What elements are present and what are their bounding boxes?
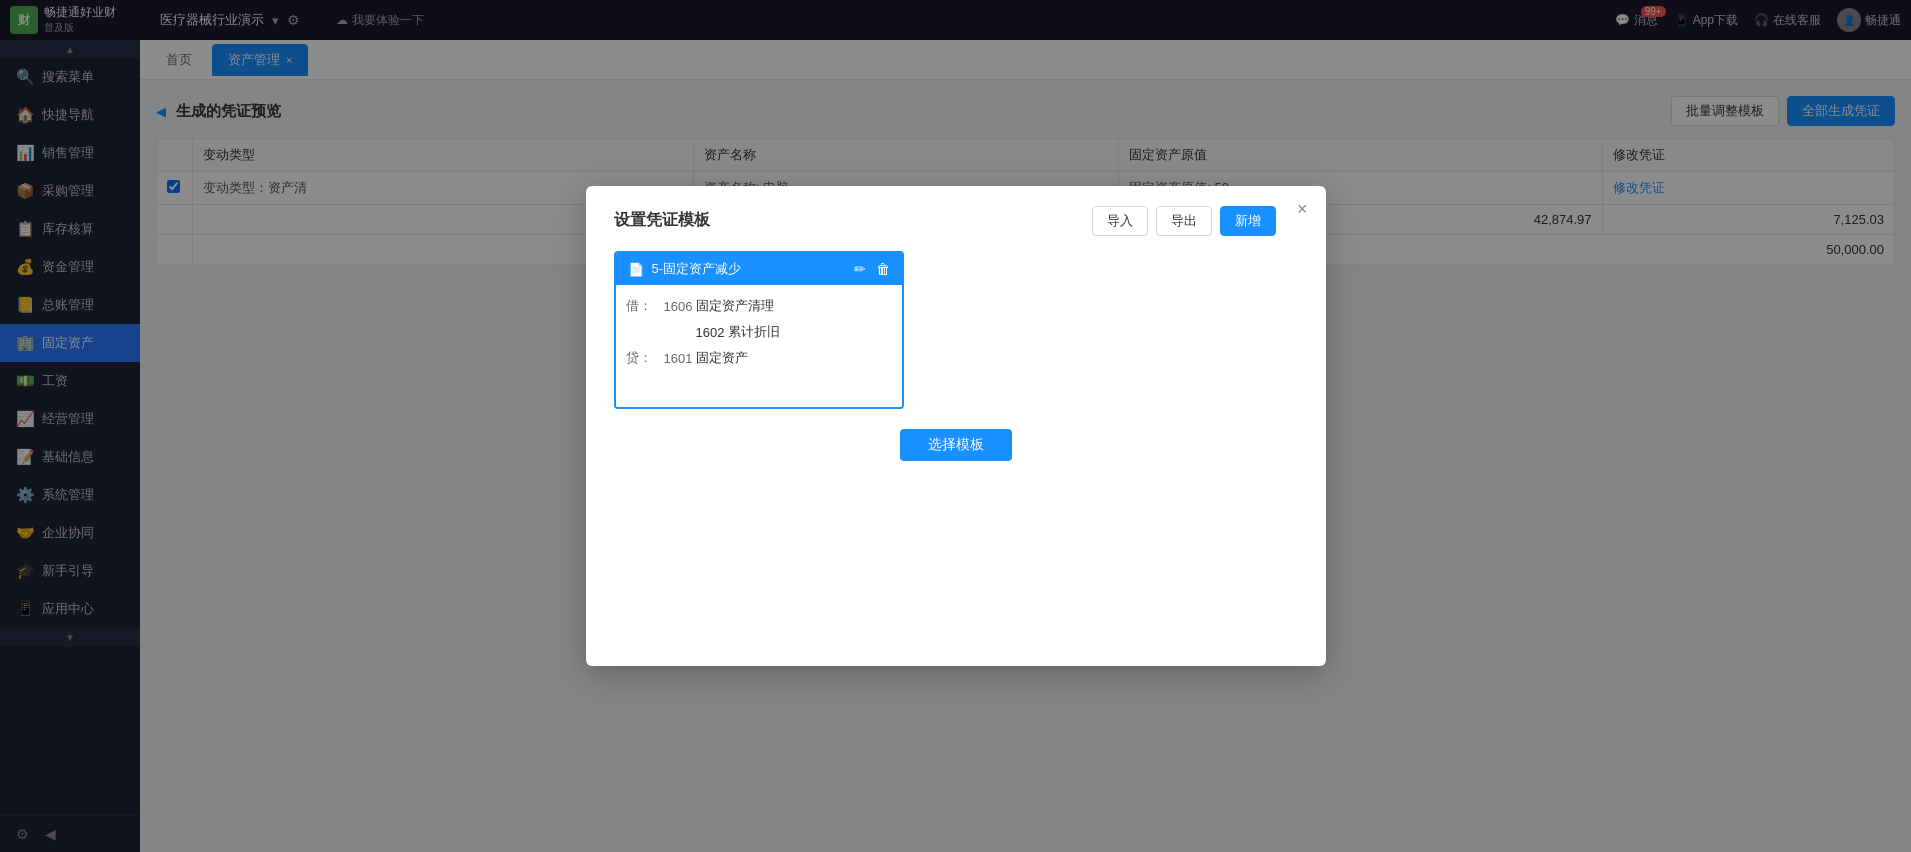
template-row-code-0: 1606 — [664, 299, 693, 314]
template-delete-icon[interactable]: 🗑 — [876, 261, 890, 277]
template-card: 📄 5-固定资产减少 ✏ 🗑 借： 1606 固定资产清理 1602 累计折旧 — [614, 251, 904, 409]
import-btn[interactable]: 导入 — [1092, 206, 1148, 236]
template-row-account-1: 累计折旧 — [728, 323, 780, 341]
template-row-account-2: 固定资产 — [696, 349, 748, 367]
template-row-direction-0: 借： — [626, 297, 656, 315]
template-row-code-1: 1602 — [696, 325, 725, 340]
template-edit-icon[interactable]: ✏ — [854, 261, 866, 277]
template-doc-icon: 📄 — [628, 262, 644, 277]
template-row-direction-2: 贷： — [626, 349, 656, 367]
template-row-account-0: 固定资产清理 — [696, 297, 774, 315]
template-name: 5-固定资产减少 — [652, 260, 742, 278]
template-row-1: 1602 累计折旧 — [616, 319, 902, 345]
select-template-btn[interactable]: 选择模板 — [900, 429, 1012, 461]
new-btn[interactable]: 新增 — [1220, 206, 1276, 236]
dialog-toolbar: 导入 导出 新增 — [1092, 206, 1276, 236]
export-btn[interactable]: 导出 — [1156, 206, 1212, 236]
overlay: 设置凭证模板 导入 导出 新增 × 📄 5-固定资产减少 ✏ 🗑 借： 1606 — [0, 0, 1911, 852]
template-row-code-2: 1601 — [664, 351, 693, 366]
template-header-actions: ✏ 🗑 — [854, 261, 890, 277]
dialog-close-btn[interactable]: × — [1297, 200, 1308, 218]
template-card-header: 📄 5-固定资产减少 ✏ 🗑 — [616, 253, 902, 285]
template-row-0: 借： 1606 固定资产清理 — [616, 293, 902, 319]
dialog: 设置凭证模板 导入 导出 新增 × 📄 5-固定资产减少 ✏ 🗑 借： 1606 — [586, 186, 1326, 666]
template-row-2: 贷： 1601 固定资产 — [616, 345, 902, 371]
template-row-empty — [616, 371, 902, 399]
template-card-body: 借： 1606 固定资产清理 1602 累计折旧 贷： 1601 固定资产 — [616, 285, 902, 407]
